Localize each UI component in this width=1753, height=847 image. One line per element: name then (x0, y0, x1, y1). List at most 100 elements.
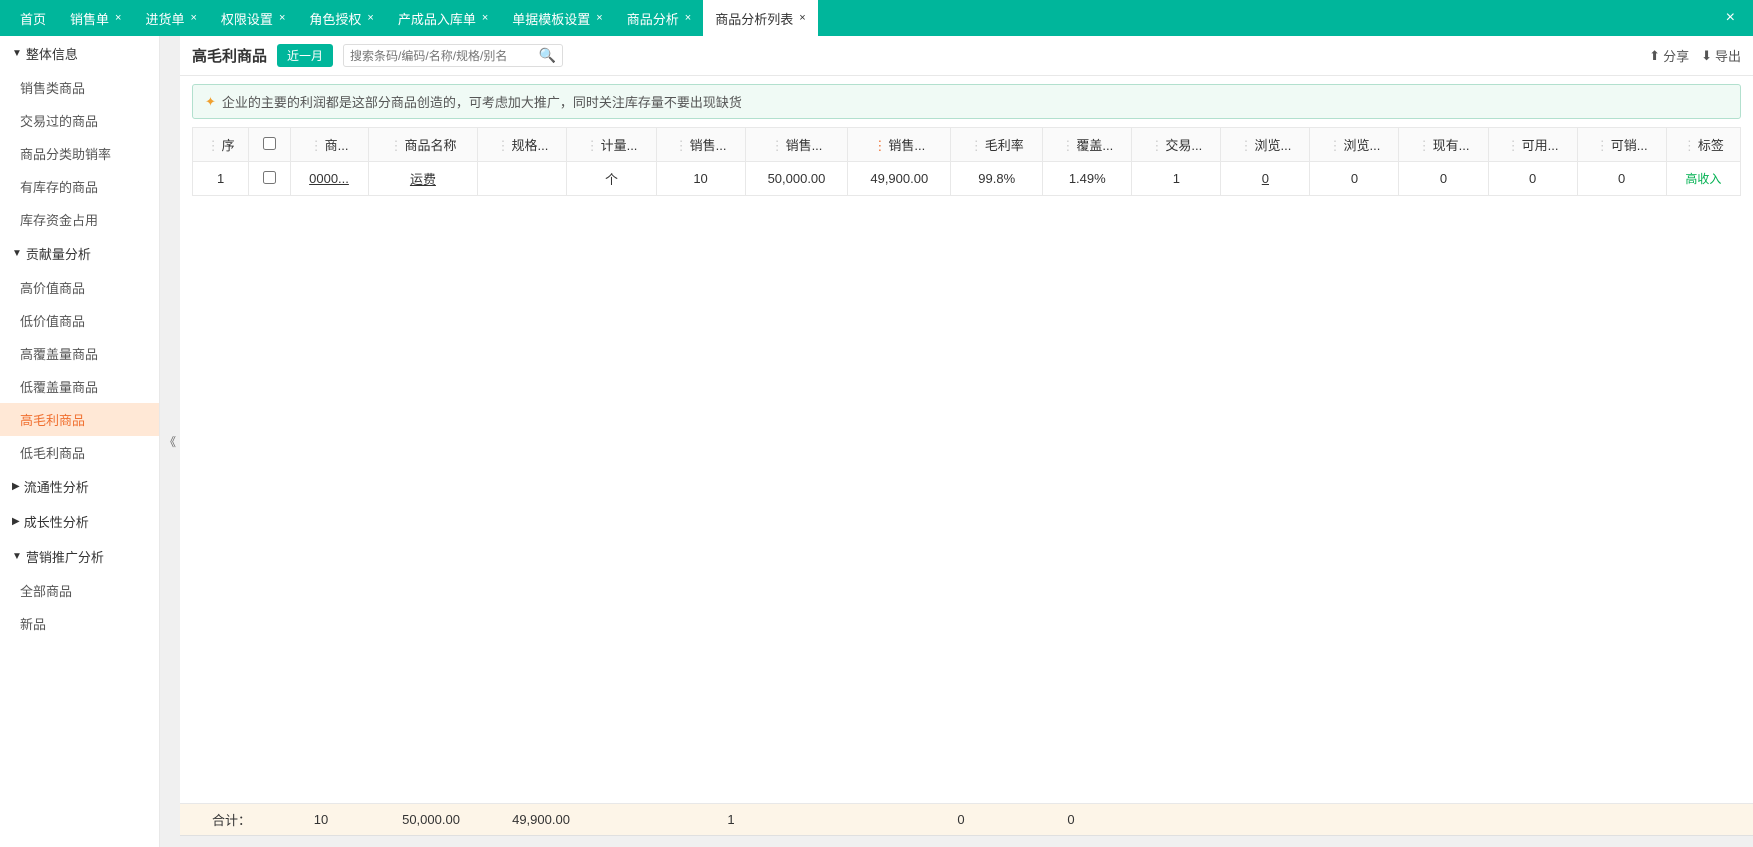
nav-home[interactable]: 首页 (8, 0, 58, 36)
sidebar-item-high-coverage[interactable]: 高覆盖量商品 (0, 337, 159, 370)
col-browse1[interactable]: ⋮浏览... (1221, 128, 1310, 162)
sidebar-collapse-btn[interactable]: 《 (160, 36, 180, 847)
cell-current: 0 (1399, 162, 1488, 196)
content-area: 高毛利商品 近一月 🔍 ⬆ 分享 ⬇ 导出 ✦ 企业的主要的利润都是这部分商品创… (180, 36, 1753, 847)
close-icon[interactable]: × (279, 12, 285, 24)
sidebar-item-stock-capital[interactable]: 库存资金占用 (0, 203, 159, 236)
nav-production[interactable]: 产成品入库单 × (386, 0, 500, 36)
nav-analysis[interactable]: 商品分析 × (615, 0, 703, 36)
nav-permission[interactable]: 权限设置 × (209, 0, 297, 36)
col-trade[interactable]: ⋮交易... (1132, 128, 1221, 162)
sidebar-item-in-stock[interactable]: 有库存的商品 (0, 170, 159, 203)
export-btn[interactable]: ⬇ 导出 (1701, 46, 1741, 65)
col-code[interactable]: ⋮商... (290, 128, 368, 162)
col-sale-qty[interactable]: ⋮销售... (656, 128, 745, 162)
cell-browse2: 0 (1310, 162, 1399, 196)
sidebar-item-all-goods[interactable]: 全部商品 (0, 574, 159, 607)
filter-month-btn[interactable]: 近一月 (277, 44, 333, 67)
col-current[interactable]: ⋮现有... (1399, 128, 1488, 162)
sidebar-item-low-value[interactable]: 低价值商品 (0, 304, 159, 337)
col-sale-amt2[interactable]: ⋮销售... (848, 128, 951, 162)
sidebar-item-high-margin[interactable]: 高毛利商品 (0, 403, 159, 436)
close-icon[interactable]: × (799, 12, 805, 24)
sidebar-item-sales-goods[interactable]: 销售类商品 (0, 71, 159, 104)
col-name[interactable]: ⋮商品名称 (368, 128, 478, 162)
nav-role[interactable]: 角色授权 × (297, 0, 385, 36)
nav-template[interactable]: 单据模板设置 × (500, 0, 614, 36)
chevron-right-icon: ▶ (12, 516, 20, 527)
col-seq: ⋮序 (193, 128, 249, 162)
share-btn[interactable]: ⬆ 分享 (1649, 46, 1689, 65)
cell-coverage: 1.49% (1043, 162, 1132, 196)
data-table: ⋮序 ⋮商... ⋮商品名称 ⋮规格... ⋮计量... ⋮销售... ⋮销售.… (192, 127, 1741, 196)
col-margin[interactable]: ⋮毛利率 (951, 128, 1043, 162)
cell-code[interactable]: 0000... (290, 162, 368, 196)
chevron-down-icon: ▼ (12, 248, 22, 259)
cell-sale-amt: 50,000.00 (745, 162, 848, 196)
cell-available: 0 (1488, 162, 1577, 196)
data-table-wrapper[interactable]: ⋮序 ⋮商... ⋮商品名称 ⋮规格... ⋮计量... ⋮销售... ⋮销售.… (192, 127, 1741, 803)
footer-trade: 1 (691, 812, 771, 827)
close-icon[interactable]: × (367, 12, 373, 24)
col-salable[interactable]: ⋮可销... (1577, 128, 1666, 162)
table-header-row: ⋮序 ⋮商... ⋮商品名称 ⋮规格... ⋮计量... ⋮销售... ⋮销售.… (193, 128, 1741, 162)
col-checkbox[interactable] (249, 128, 290, 162)
sidebar-item-traded[interactable]: 交易过的商品 (0, 104, 159, 137)
sidebar-section-marketing[interactable]: ▼ 营销推广分析 (0, 539, 159, 574)
sidebar-item-low-margin[interactable]: 低毛利商品 (0, 436, 159, 469)
close-icon[interactable]: × (190, 12, 196, 24)
col-spec[interactable]: ⋮规格... (478, 128, 567, 162)
sidebar-item-new-goods[interactable]: 新品 (0, 607, 159, 640)
close-icon[interactable]: × (115, 12, 121, 24)
footer-available: 0 (1031, 812, 1111, 827)
cell-browse1[interactable]: 0 (1221, 162, 1310, 196)
window-close-btn[interactable]: × (1716, 9, 1745, 27)
nav-analysis-list[interactable]: 商品分析列表 × (703, 0, 817, 36)
horizontal-scrollbar[interactable] (180, 835, 1753, 847)
row-checkbox[interactable] (263, 171, 276, 184)
col-available[interactable]: ⋮可用... (1488, 128, 1577, 162)
footer-current: 0 (921, 812, 1001, 827)
sidebar-section-growth[interactable]: ▶ 成长性分析 (0, 504, 159, 539)
page-title: 高毛利商品 (192, 45, 267, 66)
search-icon[interactable]: 🔍 (539, 47, 556, 64)
sidebar-section-overall[interactable]: ▼ 整体信息 (0, 36, 159, 71)
info-icon: ✦ (205, 94, 216, 110)
chevron-right-icon: ▶ (12, 481, 20, 492)
col-browse2[interactable]: ⋮浏览... (1310, 128, 1399, 162)
cell-unit: 个 (567, 162, 656, 196)
sidebar-item-high-value[interactable]: 高价值商品 (0, 271, 159, 304)
share-icon: ⬆ (1649, 48, 1660, 64)
search-input[interactable] (350, 49, 539, 63)
close-icon[interactable]: × (685, 12, 691, 24)
nav-purchase[interactable]: 进货单 × (133, 0, 208, 36)
footer-sale-amt: 50,000.00 (391, 812, 471, 827)
top-nav: 首页 销售单 × 进货单 × 权限设置 × 角色授权 × 产成品入库单 × 单据… (0, 0, 1753, 36)
sidebar-section-contribution[interactable]: ▼ 贡献量分析 (0, 236, 159, 271)
col-sale-amt[interactable]: ⋮销售... (745, 128, 848, 162)
export-icon: ⬇ (1701, 48, 1712, 64)
col-coverage[interactable]: ⋮覆盖... (1043, 128, 1132, 162)
search-box: 🔍 (343, 44, 563, 67)
cell-spec (478, 162, 567, 196)
cell-checkbox[interactable] (249, 162, 290, 196)
col-unit[interactable]: ⋮计量... (567, 128, 656, 162)
col-tag[interactable]: ⋮标签 (1666, 128, 1740, 162)
sidebar-item-category-rate[interactable]: 商品分类助销率 (0, 137, 159, 170)
cell-trade: 1 (1132, 162, 1221, 196)
sidebar: ▼ 整体信息 销售类商品 交易过的商品 商品分类助销率 有库存的商品 库存资金占… (0, 36, 160, 847)
cell-tag: 高收入 (1666, 162, 1740, 196)
footer-label: 合计： (192, 810, 251, 829)
select-all-checkbox[interactable] (263, 137, 276, 150)
sidebar-item-low-coverage[interactable]: 低覆盖量商品 (0, 370, 159, 403)
cell-sale-amt2: 49,900.00 (848, 162, 951, 196)
cell-sale-qty: 10 (656, 162, 745, 196)
close-icon[interactable]: × (596, 12, 602, 24)
nav-sales[interactable]: 销售单 × (58, 0, 133, 36)
chevron-down-icon: ▼ (12, 551, 22, 562)
header-actions: ⬆ 分享 ⬇ 导出 (1649, 46, 1741, 65)
sidebar-section-flow[interactable]: ▶ 流通性分析 (0, 469, 159, 504)
cell-name[interactable]: 运费 (368, 162, 478, 196)
close-icon[interactable]: × (482, 12, 488, 24)
footer-sale-qty: 10 (281, 812, 361, 827)
